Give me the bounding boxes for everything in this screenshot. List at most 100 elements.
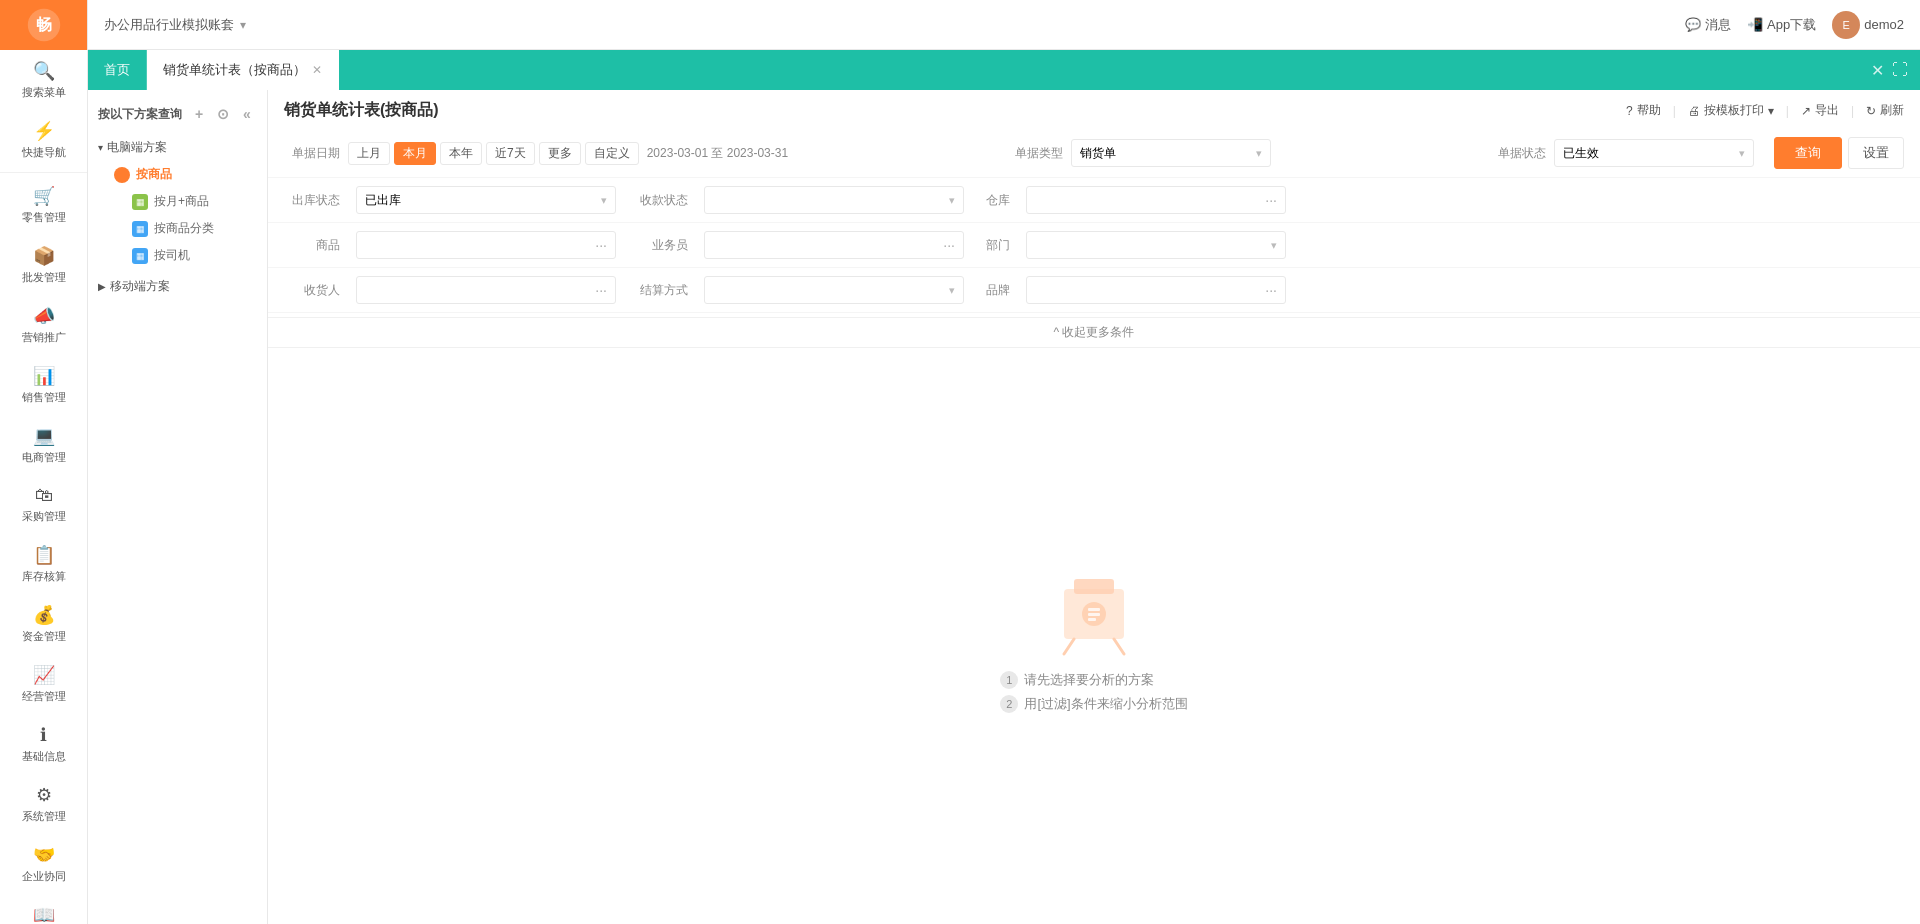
consignee-input[interactable]: ···	[356, 276, 616, 304]
export-tool[interactable]: ↗ 导出	[1801, 102, 1839, 119]
help-label: 帮助	[1637, 102, 1661, 119]
sidebar-menu: 🔍 搜索菜单 ⚡ 快捷导航 🛒 零售管理 📦 批发管理 📣 营销推广 📊 销售管…	[0, 50, 87, 924]
doc-type-select[interactable]: 销货单 ▾	[1071, 139, 1271, 167]
receipt-status-select[interactable]: ▾	[704, 186, 964, 214]
tip-text-2: 用[过滤]条件来缩小分析范围	[1024, 695, 1187, 713]
settings-button[interactable]: 设置	[1848, 137, 1904, 169]
department-caret: ▾	[1271, 239, 1277, 252]
collapse-panel-icon[interactable]: «	[237, 104, 257, 124]
date-btn-this-year[interactable]: 本年	[440, 142, 482, 165]
message-label: 消息	[1705, 16, 1731, 34]
tab-report-close[interactable]: ✕	[312, 63, 322, 77]
page-title: 销货单统计表(按商品)	[284, 100, 439, 121]
svg-text:畅: 畅	[36, 15, 52, 33]
user-action[interactable]: E demo2	[1832, 11, 1904, 39]
print-dropdown-icon[interactable]: ▾	[1768, 104, 1774, 118]
add-plan-icon[interactable]: +	[189, 104, 209, 124]
sidebar-item-operations[interactable]: 📈 经营管理	[0, 654, 87, 714]
date-filter: 上月 本月 本年 近7天 更多 自定义 2023-03-01 至 2023-03…	[348, 142, 788, 165]
sidebar-item-system[interactable]: ⚙ 系统管理	[0, 774, 87, 834]
tree-group-mobile-header[interactable]: ▶ 移动端方案	[88, 273, 267, 300]
warehouse-label: 仓库	[980, 192, 1010, 209]
filter-row-4: 收货人 ··· 结算方式 ▾ 品牌 ···	[268, 268, 1920, 313]
topbar-dropdown-icon[interactable]: ▾	[240, 18, 246, 32]
app-download-action[interactable]: 📲 App下载	[1747, 16, 1816, 34]
tree-item-by-product[interactable]: 按商品	[88, 161, 267, 188]
out-status-select[interactable]: 已出库 ▾	[356, 186, 616, 214]
tab-report-label: 销货单统计表（按商品）	[163, 61, 306, 79]
sidebar-item-guide[interactable]: 📖 新手引导	[0, 894, 87, 924]
sidebar: 畅 🔍 搜索菜单 ⚡ 快捷导航 🛒 零售管理 📦 批发管理 📣 营销推广 📊 销…	[0, 0, 88, 924]
date-btn-custom[interactable]: 自定义	[585, 142, 639, 165]
sidebar-item-marketing[interactable]: 📣 营销推广	[0, 295, 87, 355]
sidebar-item-collab[interactable]: 🤝 企业协同	[0, 834, 87, 894]
tab-home-label: 首页	[104, 61, 130, 79]
tab-home[interactable]: 首页	[88, 50, 147, 90]
maximize-icon[interactable]: ⛶	[1892, 61, 1908, 79]
sidebar-item-inventory[interactable]: 📋 库存核算	[0, 534, 87, 594]
sidebar-item-quicknav-label: 快捷导航	[22, 145, 66, 160]
date-btn-more[interactable]: 更多	[539, 142, 581, 165]
brand-input[interactable]: ···	[1026, 276, 1286, 304]
salesperson-input[interactable]: ···	[704, 231, 964, 259]
page-title-bar: 销货单统计表(按商品) ? 帮助 | 🖨 按模板打印 ▾ | ↗	[268, 90, 1920, 129]
consignee-dots[interactable]: ···	[595, 282, 607, 298]
download-icon: 📲	[1747, 17, 1763, 32]
svg-rect-6	[1088, 613, 1100, 616]
tree-group-pc-header[interactable]: ▾ 电脑端方案	[88, 134, 267, 161]
product-dots[interactable]: ···	[595, 237, 607, 253]
sidebar-item-basic[interactable]: ℹ 基础信息	[0, 714, 87, 774]
sidebar-item-sales[interactable]: 📊 销售管理	[0, 355, 87, 415]
help-tool[interactable]: ? 帮助	[1626, 102, 1661, 119]
by-cashier-icon: ▦	[132, 248, 148, 264]
warehouse-dots[interactable]: ···	[1265, 192, 1277, 208]
payment-select[interactable]: ▾	[704, 276, 964, 304]
by-product-dot	[114, 167, 130, 183]
print-icon: 🖨	[1688, 104, 1700, 118]
tree-item-by-cashier[interactable]: ▦ 按司机	[88, 242, 267, 269]
refresh-tool[interactable]: ↻ 刷新	[1866, 102, 1904, 119]
sidebar-item-retail[interactable]: 🛒 零售管理	[0, 175, 87, 235]
export-icon: ↗	[1801, 104, 1811, 118]
salesperson-dots[interactable]: ···	[943, 237, 955, 253]
sidebar-item-purchase[interactable]: 🛍 采购管理	[0, 475, 87, 534]
filter-container: 单据日期 上月 本月 本年 近7天 更多 自定义 2023-03-01 至 20…	[268, 129, 1920, 348]
by-product-month-icon: ▦	[132, 194, 148, 210]
sidebar-divider-1	[0, 172, 87, 173]
date-btn-7days[interactable]: 近7天	[486, 142, 535, 165]
tree-item-by-category[interactable]: ▦ 按商品分类	[88, 215, 267, 242]
product-input[interactable]: ···	[356, 231, 616, 259]
tree-item-by-product-month[interactable]: ▦ 按月+商品	[88, 188, 267, 215]
panel-title: 按以下方案查询	[98, 106, 182, 123]
tip-text-1: 请先选择要分析的方案	[1024, 671, 1154, 689]
sidebar-item-wholesale[interactable]: 📦 批发管理	[0, 235, 87, 295]
date-btn-this-month[interactable]: 本月	[394, 142, 436, 165]
empty-state: 1 请先选择要分析的方案 2 用[过滤]条件来缩小分析范围	[268, 348, 1920, 924]
department-select[interactable]: ▾	[1026, 231, 1286, 259]
sidebar-item-quicknav[interactable]: ⚡ 快捷导航	[0, 110, 87, 170]
minimize-icon[interactable]: ✕	[1871, 61, 1884, 80]
print-tool[interactable]: 🖨 按模板打印 ▾	[1688, 102, 1774, 119]
sidebar-item-search[interactable]: 🔍 搜索菜单	[0, 50, 87, 110]
svg-rect-5	[1088, 608, 1100, 611]
doc-status-select[interactable]: 已生效 ▾	[1554, 139, 1754, 167]
collapse-bar[interactable]: ^ 收起更多条件	[268, 317, 1920, 347]
logo[interactable]: 畅	[0, 0, 87, 50]
brand-dots[interactable]: ···	[1265, 282, 1277, 298]
message-action[interactable]: 💬 消息	[1685, 16, 1731, 34]
sidebar-item-retail-label: 零售管理	[22, 210, 66, 225]
refresh-label: 刷新	[1880, 102, 1904, 119]
settings-plan-icon[interactable]: ⊙	[213, 104, 233, 124]
query-button[interactable]: 查询	[1774, 137, 1842, 169]
inventory-icon: 📋	[33, 544, 55, 566]
date-btn-last-month[interactable]: 上月	[348, 142, 390, 165]
sidebar-item-ecom[interactable]: 💻 电商管理	[0, 415, 87, 475]
finance-icon: 💰	[33, 604, 55, 626]
app-download-label: App下载	[1767, 16, 1816, 34]
warehouse-input[interactable]: ···	[1026, 186, 1286, 214]
tab-report[interactable]: 销货单统计表（按商品） ✕	[147, 50, 339, 90]
by-cashier-label: 按司机	[154, 247, 190, 264]
sidebar-item-purchase-label: 采购管理	[22, 509, 66, 524]
sidebar-item-finance[interactable]: 💰 资金管理	[0, 594, 87, 654]
mobile-group-label: 移动端方案	[110, 278, 170, 295]
